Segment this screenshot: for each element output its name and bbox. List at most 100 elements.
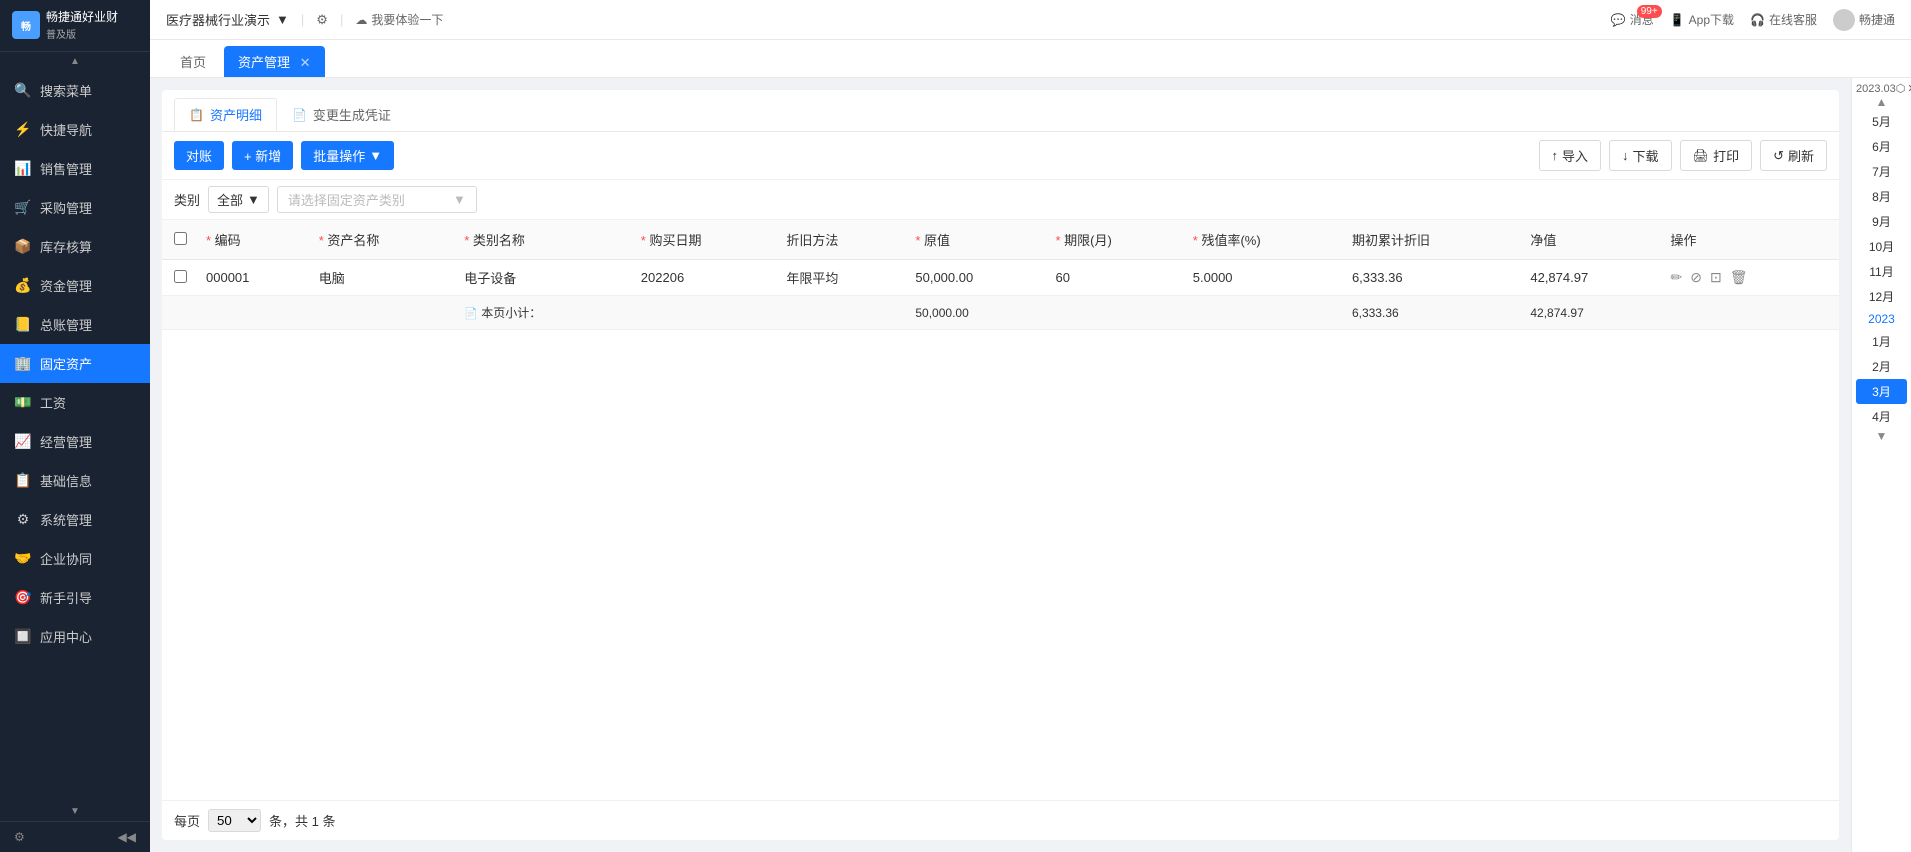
calendar-month-9[interactable]: 9月 bbox=[1852, 209, 1911, 234]
sidebar-item-nav[interactable]: ⚡ 快捷导航 bbox=[0, 110, 150, 149]
settings-icon[interactable]: ⚙ bbox=[14, 830, 25, 844]
calendar-nav: ▲ bbox=[1852, 95, 1911, 109]
guide-icon: 🎯 bbox=[14, 589, 32, 606]
company-selector[interactable]: 医疗器械行业演示 ▼ bbox=[166, 10, 289, 29]
col-action: 操作 bbox=[1662, 220, 1839, 260]
calendar-up-icon[interactable]: ▲ bbox=[1876, 95, 1888, 109]
sidebar: 畅 畅捷通好业财 普及版 ▲ 🔍 搜索菜单 ⚡ 快捷导航 📊 销售管理 🛒 采购… bbox=[0, 0, 150, 852]
import-button[interactable]: ↑ 导入 bbox=[1539, 140, 1602, 171]
sidebar-item-label: 固定资产 bbox=[40, 354, 92, 373]
cell-period: 60 bbox=[1048, 260, 1185, 296]
col-code: 编码 bbox=[198, 220, 311, 260]
refresh-icon: ↺ bbox=[1773, 148, 1784, 164]
tab-home[interactable]: 首页 bbox=[166, 46, 220, 77]
calendar-month-12[interactable]: 12月 bbox=[1852, 284, 1911, 309]
sidebar-scroll-down[interactable]: ▼ bbox=[0, 802, 150, 821]
per-page-select[interactable]: 50 10 20 100 bbox=[208, 809, 261, 832]
expand-panel-icon[interactable]: ⬡ bbox=[1896, 82, 1906, 95]
select-all-checkbox[interactable] bbox=[174, 232, 187, 245]
topbar-separator2: | bbox=[340, 12, 343, 27]
message-icon: 💬 bbox=[1611, 13, 1626, 27]
col-residual-rate: 残值率(%) bbox=[1185, 220, 1344, 260]
company-name: 医疗器械行业演示 bbox=[166, 10, 270, 29]
box-icon: 📦 bbox=[14, 238, 32, 255]
headset-icon: 🎧 bbox=[1750, 13, 1765, 27]
chevron-down-icon: ▼ bbox=[276, 12, 289, 27]
calendar-month-1[interactable]: 1月 bbox=[1852, 329, 1911, 354]
sidebar-item-system[interactable]: ⚙ 系统管理 bbox=[0, 500, 150, 539]
card-tab-asset-detail[interactable]: 📋 资产明细 bbox=[174, 98, 277, 131]
sidebar-item-search[interactable]: 🔍 搜索菜单 bbox=[0, 71, 150, 110]
new-button[interactable]: + 新增 bbox=[232, 141, 293, 170]
logo-text: 畅捷通好业财 普及版 bbox=[46, 10, 118, 41]
sidebar-item-ledger[interactable]: 📒 总账管理 bbox=[0, 305, 150, 344]
sidebar-item-basics[interactable]: 📋 基础信息 bbox=[0, 461, 150, 500]
subtotal-icon: 📄 bbox=[464, 308, 478, 320]
calendar-month-3[interactable]: 3月 bbox=[1856, 379, 1907, 404]
sidebar-item-finance[interactable]: 💰 资金管理 bbox=[0, 266, 150, 305]
delete-icon[interactable]: 🗑 bbox=[1730, 269, 1748, 286]
calendar-month-2[interactable]: 2月 bbox=[1852, 354, 1911, 379]
tab-close-icon[interactable]: ✕ bbox=[300, 55, 311, 70]
total-count: 条，共 1 条 bbox=[269, 811, 335, 830]
select-all-col bbox=[162, 220, 198, 260]
row-checkbox[interactable] bbox=[174, 270, 187, 283]
cell-depreciation-method: 年限平均 bbox=[778, 260, 907, 296]
cell-purchase-date: 202206 bbox=[633, 260, 779, 296]
sidebar-item-purchase[interactable]: 🛒 采购管理 bbox=[0, 188, 150, 227]
calendar-month-11[interactable]: 11月 bbox=[1852, 259, 1911, 284]
refresh-button[interactable]: ↺ 刷新 bbox=[1760, 140, 1827, 171]
col-accumulated-depreciation: 期初累计折旧 bbox=[1344, 220, 1522, 260]
experience-link[interactable]: ☁ 我要体验一下 bbox=[355, 11, 443, 28]
reconcile-button[interactable]: 对账 bbox=[174, 141, 224, 170]
print-button[interactable]: 🖨 打印 bbox=[1680, 140, 1753, 171]
calendar-month-7[interactable]: 7月 bbox=[1852, 159, 1911, 184]
online-service[interactable]: 🎧 在线客服 bbox=[1750, 11, 1817, 28]
sidebar-item-fixed-assets[interactable]: 🏢 固定资产 bbox=[0, 344, 150, 383]
topbar-settings-icon[interactable]: ⚙ bbox=[316, 12, 328, 28]
sidebar-scroll-up[interactable]: ▲ bbox=[0, 52, 150, 71]
category-select[interactable]: 全部 ▼ bbox=[208, 186, 269, 213]
right-panel: 2023.03 ⬡ ✕ ▲ 5月 6月 7月 8月 9月 10月 11月 12月… bbox=[1851, 78, 1911, 852]
topbar: 医疗器械行业演示 ▼ | ⚙ | ☁ 我要体验一下 💬 消息 99+ 📱 App… bbox=[150, 0, 1911, 40]
asset-category-input[interactable]: 请选择固定资产类别 ▼ bbox=[277, 186, 477, 213]
subtotal-accumulated-depreciation: 6,333.36 bbox=[1344, 296, 1522, 330]
sidebar-item-sales[interactable]: 📊 销售管理 bbox=[0, 149, 150, 188]
calendar-month-5[interactable]: 5月 bbox=[1852, 109, 1911, 134]
calendar-month-4[interactable]: 4月 bbox=[1852, 404, 1911, 429]
calendar-month-8[interactable]: 8月 bbox=[1852, 184, 1911, 209]
download-icon: ↓ bbox=[1622, 148, 1629, 163]
close-panel-icon[interactable]: ✕ bbox=[1907, 82, 1911, 95]
action-icons: ✏ ⊘ ⊡ 🗑 bbox=[1670, 269, 1831, 286]
batch-button[interactable]: 批量操作 ▼ bbox=[301, 141, 394, 170]
sidebar-item-guide[interactable]: 🎯 新手引导 bbox=[0, 578, 150, 617]
main-panel: 📋 资产明细 📄 变更生成凭证 对账 + 新增 批量操作 ▼ bbox=[150, 78, 1851, 852]
sidebar-item-salary[interactable]: 💵 工资 bbox=[0, 383, 150, 422]
tab-asset-management[interactable]: 资产管理 ✕ bbox=[224, 46, 325, 77]
collapse-icon[interactable]: ◀◀ bbox=[118, 830, 136, 844]
topbar-right: 💬 消息 99+ 📱 App下载 🎧 在线客服 畅捷通 bbox=[1611, 9, 1895, 31]
calendar-month-6[interactable]: 6月 bbox=[1852, 134, 1911, 159]
download-button[interactable]: ↓ 下载 bbox=[1609, 140, 1672, 171]
col-category: 类别名称 bbox=[456, 220, 633, 260]
card-tab-voucher[interactable]: 📄 变更生成凭证 bbox=[277, 98, 406, 131]
asset-table: 编码 资产名称 类别名称 购买日期 折旧方法 原值 期限(月) 残值率(%) 期… bbox=[162, 220, 1839, 330]
sidebar-item-inventory[interactable]: 📦 库存核算 bbox=[0, 227, 150, 266]
sidebar-item-collab[interactable]: 🤝 企业协同 bbox=[0, 539, 150, 578]
money-icon: 💰 bbox=[14, 277, 32, 294]
edit-icon[interactable]: ✏ bbox=[1670, 269, 1682, 286]
copy-icon[interactable]: ⊡ bbox=[1710, 269, 1722, 286]
col-net-value: 净值 bbox=[1522, 220, 1662, 260]
cell-code: 000001 bbox=[198, 260, 311, 296]
sidebar-item-apps[interactable]: 🔲 应用中心 bbox=[0, 617, 150, 656]
calendar-current-year-months: 1月 2月 3月 4月 bbox=[1852, 329, 1911, 429]
calendar-down-icon[interactable]: ▼ bbox=[1876, 429, 1888, 443]
app-download[interactable]: 📱 App下载 bbox=[1670, 11, 1734, 28]
sidebar-item-label: 经营管理 bbox=[40, 432, 92, 451]
calendar-month-10[interactable]: 10月 bbox=[1852, 234, 1911, 259]
sidebar-item-management[interactable]: 📈 经营管理 bbox=[0, 422, 150, 461]
subtotal-net-value: 42,874.97 bbox=[1522, 296, 1662, 330]
user-profile[interactable]: 畅捷通 bbox=[1833, 9, 1895, 31]
message-badge[interactable]: 💬 消息 99+ bbox=[1611, 11, 1654, 28]
disable-icon[interactable]: ⊘ bbox=[1690, 269, 1702, 286]
